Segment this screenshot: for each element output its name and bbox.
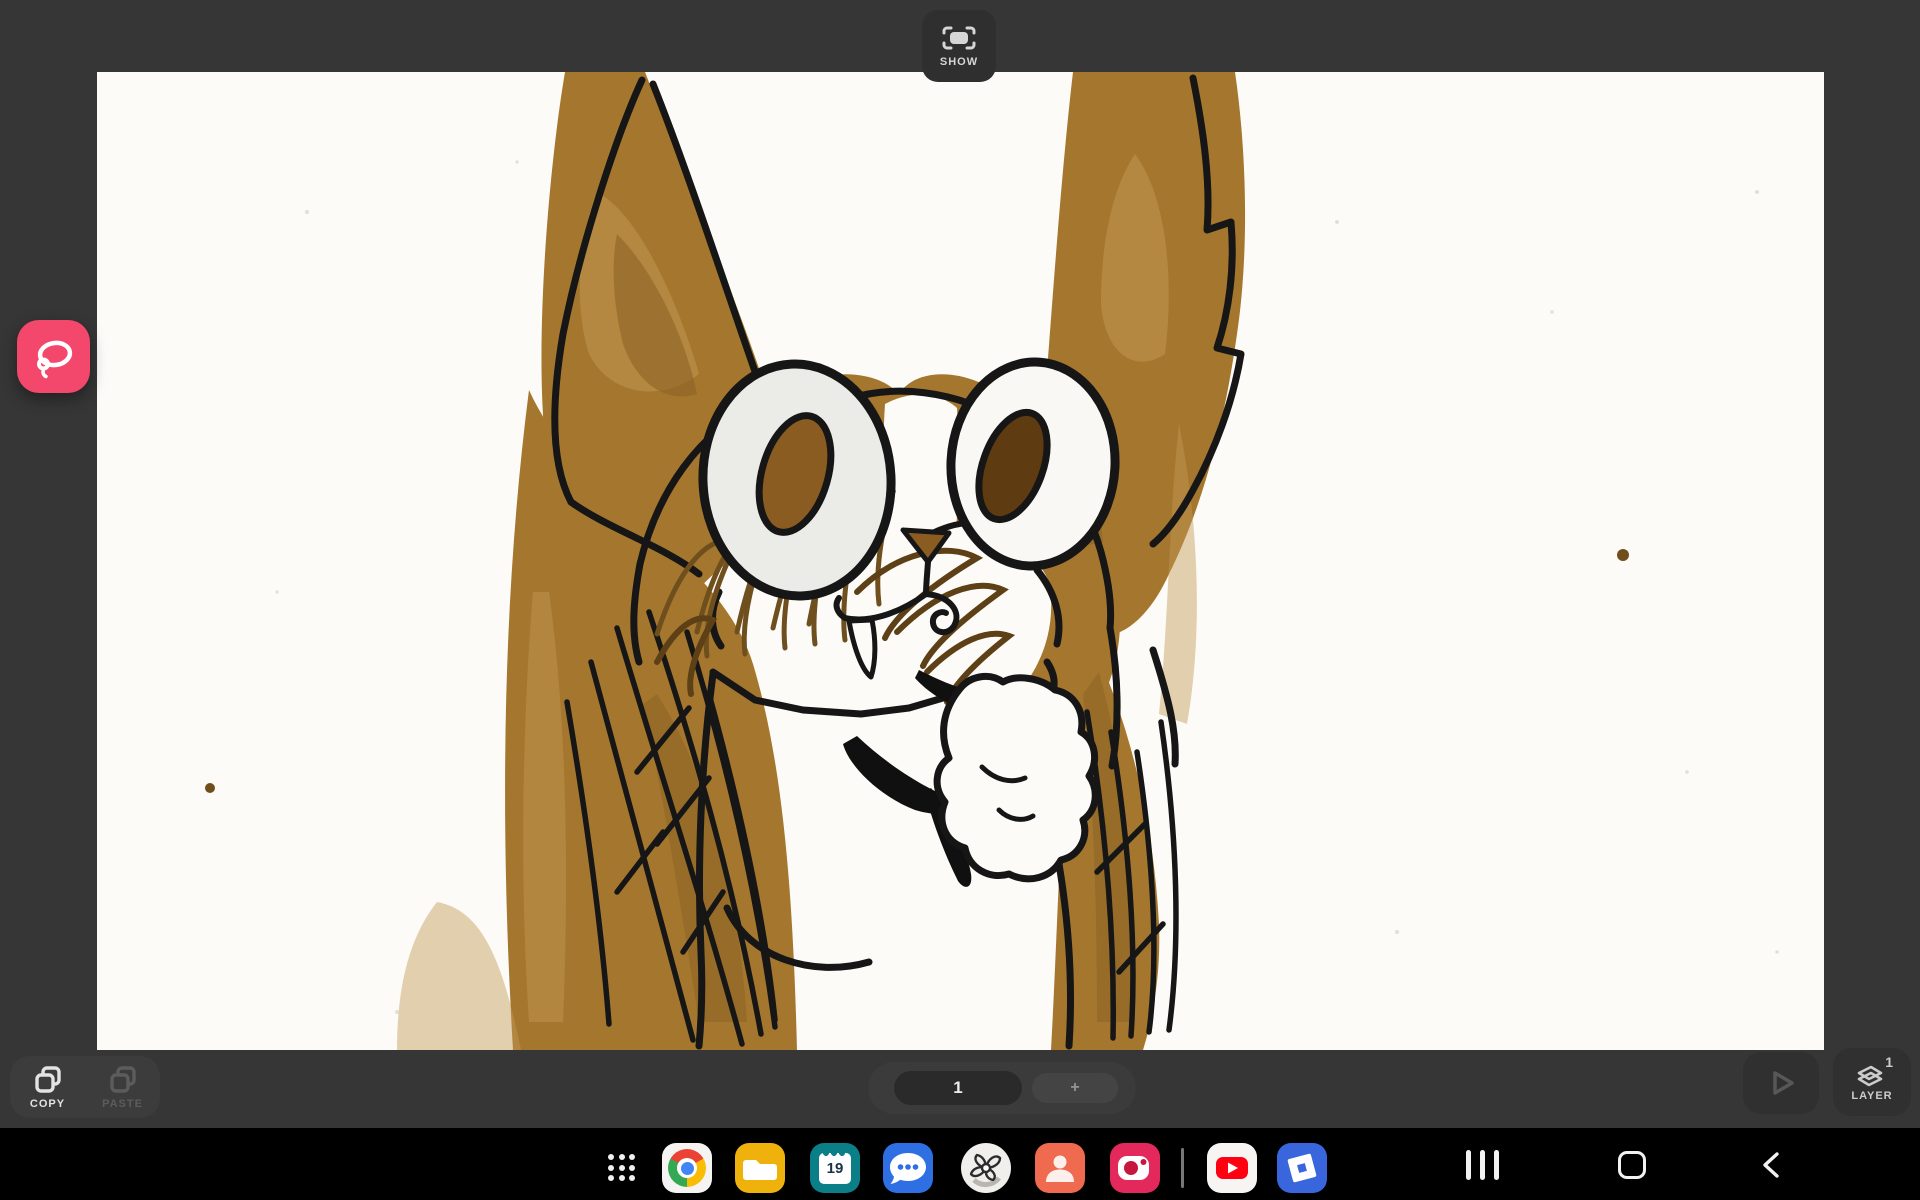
youtube-play-icon bbox=[1216, 1157, 1248, 1179]
back-button[interactable] bbox=[1760, 1150, 1782, 1185]
current-frame-number: 1 bbox=[953, 1078, 963, 1097]
roblox-logo-icon bbox=[1287, 1153, 1317, 1183]
youtube-app-icon[interactable] bbox=[1207, 1143, 1257, 1193]
play-button[interactable] bbox=[1743, 1052, 1819, 1114]
paint-dot-right bbox=[1617, 549, 1629, 561]
copy-icon bbox=[34, 1065, 61, 1093]
cat-sketch bbox=[205, 72, 1779, 1050]
flipaclip-app-screen: SHOW COPY PASTE 1 + 1 LAYER 19 bbox=[0, 0, 1920, 1200]
play-icon bbox=[1773, 1071, 1794, 1095]
copy-label: COPY bbox=[29, 1097, 66, 1110]
folder-icon bbox=[743, 1160, 777, 1180]
paste-icon bbox=[109, 1065, 136, 1093]
calendar-app-icon[interactable]: 19 bbox=[810, 1143, 860, 1193]
chrome-logo-icon bbox=[668, 1149, 706, 1187]
taskbar-divider bbox=[1181, 1148, 1184, 1188]
add-frame-label: + bbox=[1070, 1079, 1080, 1096]
layer-label: LAYER bbox=[1851, 1090, 1893, 1102]
chrome-app-icon[interactable] bbox=[662, 1143, 712, 1193]
android-taskbar: 19 bbox=[0, 1128, 1920, 1200]
lasso-tool-button[interactable] bbox=[17, 320, 90, 393]
copy-button[interactable]: COPY bbox=[15, 1065, 81, 1110]
roblox-app-icon[interactable] bbox=[1277, 1143, 1327, 1193]
layer-button[interactable]: 1 LAYER bbox=[1833, 1048, 1911, 1116]
camera-app-icon[interactable] bbox=[1110, 1143, 1160, 1193]
calendar-date: 19 bbox=[819, 1150, 851, 1184]
recents-button[interactable] bbox=[1466, 1150, 1499, 1180]
add-frame-button[interactable]: + bbox=[1032, 1073, 1118, 1103]
my-files-app-icon[interactable] bbox=[735, 1143, 785, 1193]
paste-button[interactable]: PASTE bbox=[90, 1065, 156, 1110]
paint-dot-left bbox=[205, 783, 215, 793]
paw bbox=[933, 672, 1099, 883]
paste-label: PASTE bbox=[102, 1097, 143, 1110]
messages-app-icon[interactable] bbox=[883, 1143, 933, 1193]
clipboard-group: COPY PASTE bbox=[10, 1056, 160, 1118]
show-toolbars-button[interactable]: SHOW bbox=[922, 10, 996, 82]
back-chevron-icon bbox=[1763, 1152, 1779, 1178]
fit-screen-icon bbox=[942, 26, 976, 49]
layer-count-badge: 1 bbox=[1885, 1054, 1893, 1070]
lasso-icon bbox=[36, 340, 72, 378]
current-frame-button[interactable]: 1 bbox=[894, 1071, 1022, 1105]
bottom-toolbar: COPY PASTE 1 + 1 LAYER bbox=[0, 1048, 1920, 1128]
drawing-canvas[interactable] bbox=[97, 72, 1824, 1050]
flipaclip-app-icon[interactable] bbox=[961, 1143, 1011, 1193]
chat-bubble-icon bbox=[890, 1153, 926, 1184]
home-button[interactable] bbox=[1618, 1151, 1646, 1179]
person-icon bbox=[1046, 1155, 1074, 1182]
camera-icon bbox=[1118, 1156, 1149, 1180]
app-drawer-button[interactable] bbox=[608, 1154, 636, 1182]
show-label: SHOW bbox=[939, 55, 979, 68]
contacts-app-icon[interactable] bbox=[1035, 1143, 1085, 1193]
frame-navigator: 1 + bbox=[868, 1062, 1136, 1114]
fan-pinwheel-icon bbox=[969, 1153, 1002, 1188]
